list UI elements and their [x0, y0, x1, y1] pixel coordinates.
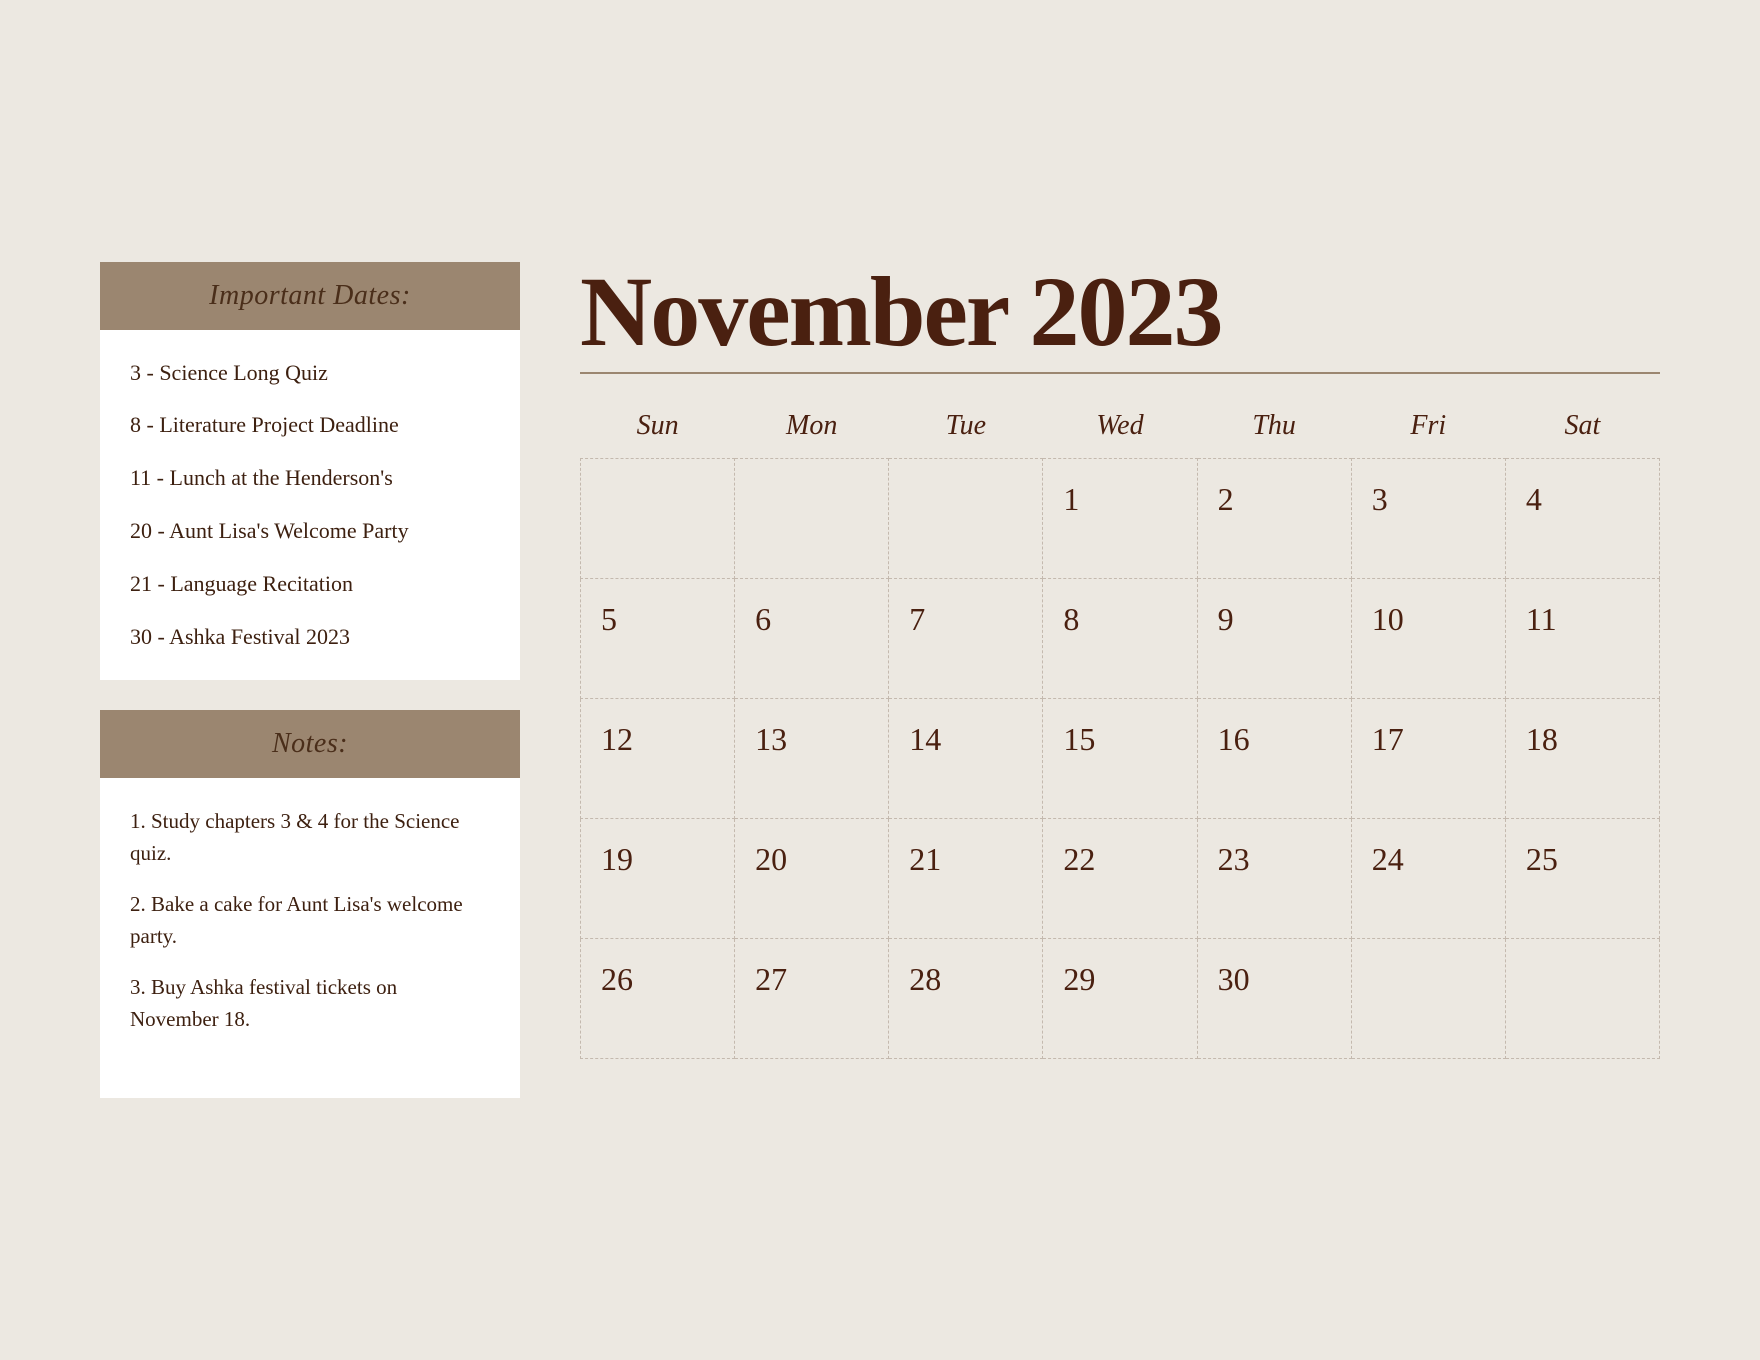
calendar-grid: Sun Mon Tue Wed Thu Fri	[580, 394, 1660, 1059]
day-header-sat: Sat	[1505, 394, 1659, 459]
note-item-3: 3. Buy Ashka festival tickets on Novembe…	[130, 972, 490, 1035]
calendar-week-5: 2627282930	[581, 938, 1660, 1058]
calendar-day-w5-d4: 29	[1043, 938, 1197, 1058]
date-item-5: 21 - Language Recitation	[130, 569, 490, 600]
day-header-thu: Thu	[1197, 394, 1351, 459]
calendar-week-3: 12131415161718	[581, 698, 1660, 818]
calendar-day-w1-d5: 2	[1197, 458, 1351, 578]
calendar-day-w3-d2: 13	[735, 698, 889, 818]
calendar-day-w4-d1: 19	[581, 818, 735, 938]
calendar-panel: November 2023 Sun Mon Tue Wed	[580, 262, 1660, 1059]
calendar-body: 1234567891011121314151617181920212223242…	[581, 458, 1660, 1058]
calendar-week-2: 567891011	[581, 578, 1660, 698]
calendar-day-w5-d2: 27	[735, 938, 889, 1058]
left-panel: Important Dates: 3 - Science Long Quiz 8…	[100, 262, 520, 1099]
notes-section: Notes: 1. Study chapters 3 & 4 for the S…	[100, 710, 520, 1098]
calendar-day-w3-d3: 14	[889, 698, 1043, 818]
day-header-wed: Wed	[1043, 394, 1197, 459]
calendar-day-w2-d2: 6	[735, 578, 889, 698]
date-item-6: 30 - Ashka Festival 2023	[130, 622, 490, 653]
calendar-day-w3-d6: 17	[1351, 698, 1505, 818]
note-item-2: 2. Bake a cake for Aunt Lisa's welcome p…	[130, 889, 490, 952]
date-item-4: 20 - Aunt Lisa's Welcome Party	[130, 516, 490, 547]
calendar-day-w4-d5: 23	[1197, 818, 1351, 938]
calendar-day-w1-d6: 3	[1351, 458, 1505, 578]
calendar-day-w3-d7: 18	[1505, 698, 1659, 818]
main-container: Important Dates: 3 - Science Long Quiz 8…	[100, 222, 1660, 1139]
calendar-day-w1-d2	[735, 458, 889, 578]
calendar-day-w5-d7	[1505, 938, 1659, 1058]
calendar-day-w2-d3: 7	[889, 578, 1043, 698]
day-header-fri: Fri	[1351, 394, 1505, 459]
date-item-2: 8 - Literature Project Deadline	[130, 410, 490, 441]
notes-header: Notes:	[100, 710, 520, 778]
calendar-day-w5-d1: 26	[581, 938, 735, 1058]
notes-content: 1. Study chapters 3 & 4 for the Science …	[100, 778, 520, 1098]
calendar-day-w1-d7: 4	[1505, 458, 1659, 578]
calendar-day-w2-d1: 5	[581, 578, 735, 698]
calendar-day-w3-d4: 15	[1043, 698, 1197, 818]
calendar-day-w5-d5: 30	[1197, 938, 1351, 1058]
calendar-day-w3-d5: 16	[1197, 698, 1351, 818]
important-dates-section: Important Dates: 3 - Science Long Quiz 8…	[100, 262, 520, 681]
calendar-day-w2-d6: 10	[1351, 578, 1505, 698]
calendar-day-w5-d6	[1351, 938, 1505, 1058]
date-item-3: 11 - Lunch at the Henderson's	[130, 463, 490, 494]
calendar-day-w4-d4: 22	[1043, 818, 1197, 938]
calendar-day-w2-d5: 9	[1197, 578, 1351, 698]
calendar-week-1: 1234	[581, 458, 1660, 578]
calendar-header-row: Sun Mon Tue Wed Thu Fri	[581, 394, 1660, 459]
calendar-day-w2-d7: 11	[1505, 578, 1659, 698]
day-header-sun: Sun	[581, 394, 735, 459]
date-item-1: 3 - Science Long Quiz	[130, 358, 490, 389]
calendar-day-w5-d3: 28	[889, 938, 1043, 1058]
calendar-day-w4-d3: 21	[889, 818, 1043, 938]
calendar-divider	[580, 372, 1660, 374]
calendar-day-w4-d6: 24	[1351, 818, 1505, 938]
day-header-mon: Mon	[735, 394, 889, 459]
calendar-title: November 2023	[580, 262, 1660, 362]
day-header-tue: Tue	[889, 394, 1043, 459]
calendar-day-w4-d2: 20	[735, 818, 889, 938]
calendar-week-4: 19202122232425	[581, 818, 1660, 938]
calendar-day-w3-d1: 12	[581, 698, 735, 818]
note-item-1: 1. Study chapters 3 & 4 for the Science …	[130, 806, 490, 869]
important-dates-content: 3 - Science Long Quiz 8 - Literature Pro…	[100, 330, 520, 681]
calendar-day-w1-d1	[581, 458, 735, 578]
calendar-day-w1-d4: 1	[1043, 458, 1197, 578]
calendar-day-w2-d4: 8	[1043, 578, 1197, 698]
calendar-day-w4-d7: 25	[1505, 818, 1659, 938]
important-dates-header: Important Dates:	[100, 262, 520, 330]
calendar-day-w1-d3	[889, 458, 1043, 578]
